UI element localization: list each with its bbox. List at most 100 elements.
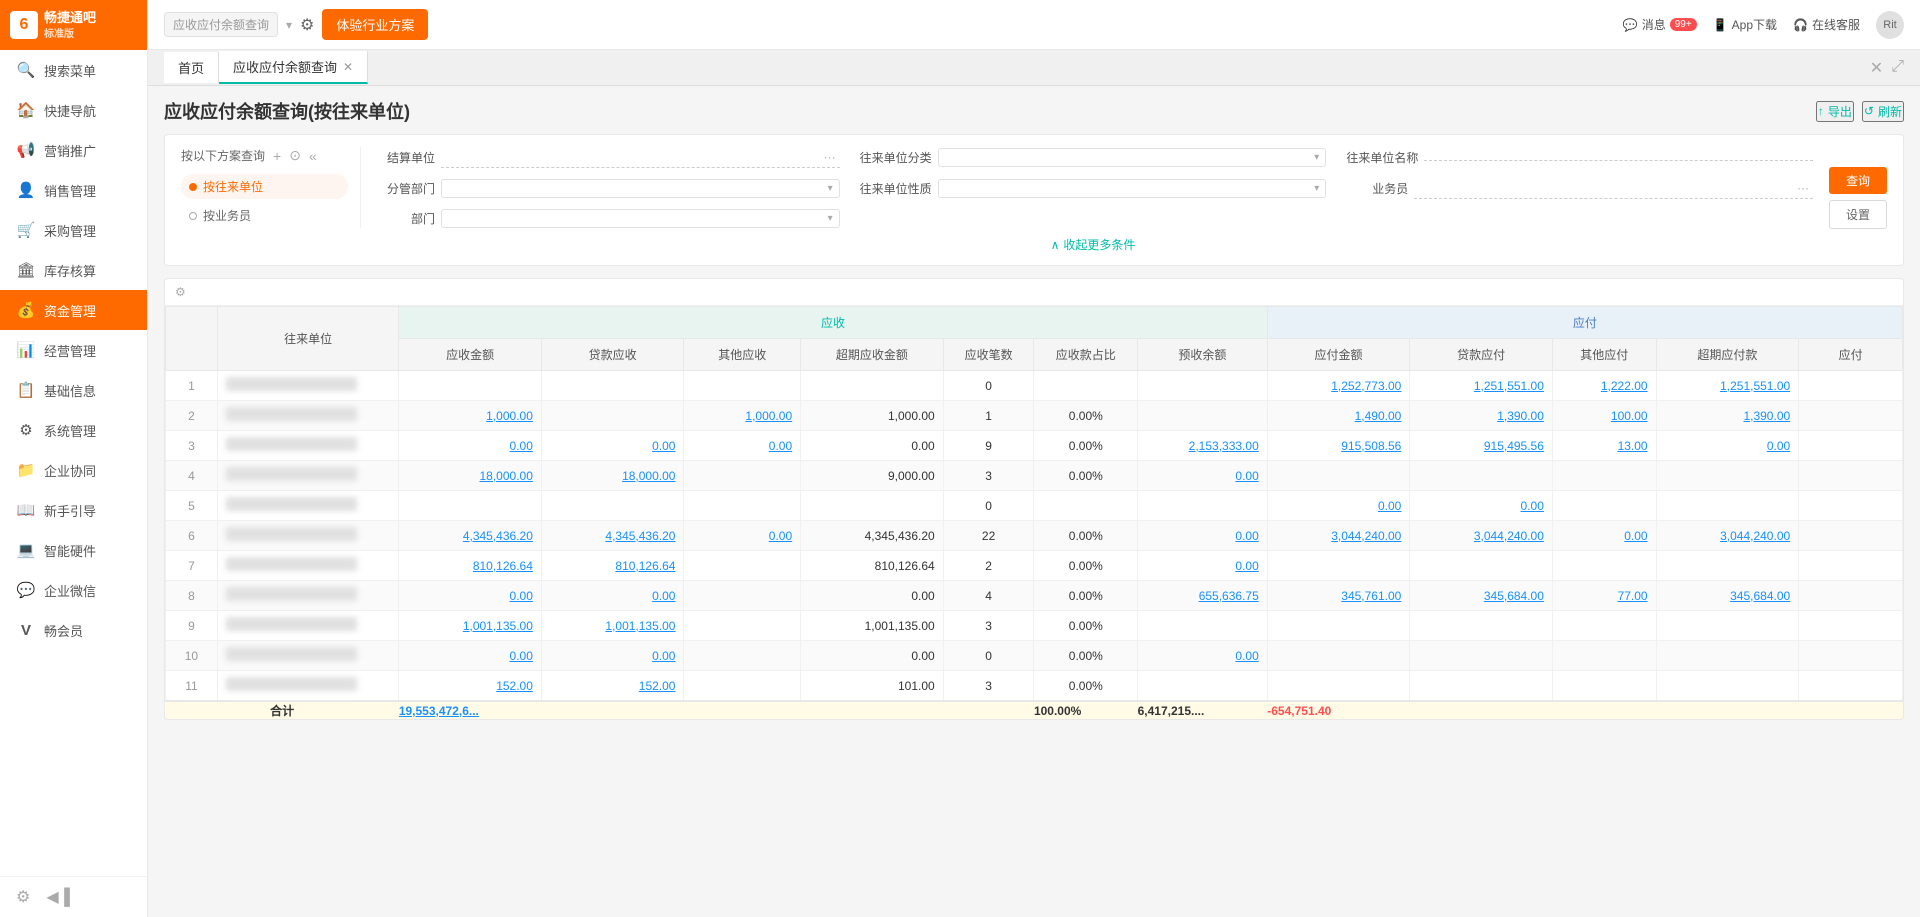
- online-service-btn[interactable]: 🎧 在线客服: [1793, 16, 1860, 33]
- app-download-btn[interactable]: 📱 App下载: [1713, 16, 1777, 33]
- collapse-icon[interactable]: ◀▐: [46, 887, 70, 907]
- sidebar-item-enterprise[interactable]: 📁 企业协同: [0, 450, 147, 490]
- sidebar-item-sales[interactable]: 👤 销售管理: [0, 170, 147, 210]
- table-row: 64,345,436.204,345,436.200.004,345,436.2…: [166, 521, 1903, 551]
- field-department: 部门 ▾: [373, 209, 840, 228]
- basic-info-icon: 📋: [16, 380, 36, 400]
- table-row: 80.000.000.0040.00%655,636.75345,761.003…: [166, 581, 1903, 611]
- settlement-input[interactable]: ···: [441, 147, 840, 168]
- tab-home[interactable]: 首页: [164, 52, 219, 83]
- query-button[interactable]: 查询: [1829, 167, 1887, 194]
- sidebar-item-purchase[interactable]: 🛒 采购管理: [0, 210, 147, 250]
- set-button[interactable]: 设置: [1829, 200, 1887, 229]
- collapse-more-btn[interactable]: ∧ 收起更多条件: [373, 236, 1813, 253]
- tab-ar-ap-query[interactable]: 应收应付余额查询 ✕: [219, 51, 368, 84]
- partner-category-label: 往来单位分类: [860, 149, 932, 166]
- table-row: 21,000.001,000.001,000.0010.00%1,490.001…: [166, 401, 1903, 431]
- sidebar-item-operations[interactable]: 📊 经营管理: [0, 330, 147, 370]
- th-ar-overdue: 超期应收金额: [801, 339, 944, 371]
- department-select[interactable]: ▾: [441, 209, 840, 228]
- trial-button[interactable]: 体验行业方案: [322, 9, 428, 40]
- scheme-partner-label: 按往来单位: [203, 178, 263, 195]
- salesperson-more-icon[interactable]: ···: [1797, 181, 1809, 195]
- header-right: 💬 消息 99+ 📱 App下载 🎧 在线客服 Rit: [1623, 11, 1904, 39]
- th-ap-group: 应付: [1267, 307, 1902, 339]
- sales-icon: 👤: [16, 180, 36, 200]
- settlement-label: 结算单位: [373, 149, 435, 166]
- footer-prepay: 6,417,215....: [1138, 701, 1268, 719]
- table-footer-row: 合计 19,553,472,6... 100.00% 6,417,215....…: [166, 701, 1903, 719]
- th-ar-other: 其他应收: [684, 339, 801, 371]
- sidebar-item-quicknav[interactable]: 🏠 快捷导航: [0, 90, 147, 130]
- inventory-icon: 🏛: [16, 260, 36, 280]
- sidebar-item-search[interactable]: 🔍 搜索菜单: [0, 50, 147, 90]
- top-header: 应收应付余额查询 ▾ ⚙ 体验行业方案 💬 消息 99+ 📱 App下载 🎧 在…: [148, 0, 1920, 50]
- finance-icon: 💰: [16, 300, 36, 320]
- main-area: 首页 应收应付余额查询 ✕ ✕ ⤢ 应收应付余额查询(按往来单位) ↑ 导出 ↺…: [148, 50, 1920, 917]
- messages-icon: 💬: [1623, 18, 1638, 32]
- gear-icon[interactable]: ⚙: [300, 15, 314, 35]
- sidebar-item-member[interactable]: V 畅会员: [0, 610, 147, 650]
- sidebar-item-label: 基础信息: [44, 381, 96, 400]
- sidebar-item-finance[interactable]: 💰 资金管理: [0, 290, 147, 330]
- field-settlement-unit: 结算单位 ···: [373, 147, 840, 168]
- refresh-button[interactable]: ↺ 刷新: [1862, 101, 1904, 122]
- messages-btn[interactable]: 💬 消息 99+: [1623, 16, 1697, 33]
- sidebar-item-label: 营销推广: [44, 141, 96, 160]
- operations-icon: 📊: [16, 340, 36, 360]
- maximize-icon[interactable]: ⤢: [1891, 58, 1904, 78]
- sidebar-item-label: 智能硬件: [44, 541, 96, 560]
- sidebar-item-label: 库存核算: [44, 261, 96, 280]
- sidebar: 6 畅捷通吧 标准版 🔍 搜索菜单 🏠 快捷导航 📢 营销推广 👤 销售管理 🛒…: [0, 0, 148, 917]
- th-ar-count: 应收笔数: [943, 339, 1034, 371]
- messages-badge: 99+: [1670, 18, 1697, 31]
- table-row: 91,001,135.001,001,135.001,001,135.0030.…: [166, 611, 1903, 641]
- add-scheme-icon[interactable]: +: [273, 148, 281, 164]
- collapse-scheme-icon[interactable]: «: [309, 148, 317, 164]
- footer-ar-amount[interactable]: 19,553,472,6...: [399, 701, 542, 719]
- partner-nature-select[interactable]: ▾: [938, 179, 1327, 198]
- chevron-down-icon[interactable]: ▾: [286, 18, 292, 32]
- sidebar-item-basic-info[interactable]: 📋 基础信息: [0, 370, 147, 410]
- footer-ar-count: [943, 701, 1034, 719]
- sidebar-item-label: 快捷导航: [44, 101, 96, 120]
- filter-label: 按以下方案查询: [181, 147, 265, 164]
- scheme-by-salesperson[interactable]: 按业务员: [181, 203, 348, 228]
- table-row: 418,000.0018,000.009,000.0030.00%0.00: [166, 461, 1903, 491]
- data-table: 往来单位 应收 应付 应收金额 贷款应收 其他应收 超期应收金额 应收笔数 应收…: [165, 306, 1903, 719]
- export-button[interactable]: ↑ 导出: [1816, 101, 1854, 122]
- field-dept-managed: 分管部门 ▾: [373, 178, 840, 199]
- home-icon: 🏠: [16, 100, 36, 120]
- footer-ap-rest: [1799, 701, 1903, 719]
- sidebar-item-marketing[interactable]: 📢 营销推广: [0, 130, 147, 170]
- dept-managed-select[interactable]: ▾: [441, 179, 840, 198]
- refresh-label: 刷新: [1878, 103, 1902, 120]
- settings-icon[interactable]: ⚙: [16, 887, 30, 907]
- close-window-icon[interactable]: ✕: [1870, 58, 1883, 78]
- footer-ar-other: [684, 701, 801, 719]
- footer-ap-amount: -654,751.40: [1267, 701, 1410, 719]
- partner-name-input[interactable]: [1424, 154, 1813, 161]
- export-icon: ↑: [1818, 104, 1824, 118]
- breadcrumb-area: 应收应付余额查询 ▾ ⚙ 体验行业方案: [164, 9, 1611, 40]
- dept-managed-label: 分管部门: [373, 180, 435, 197]
- sidebar-item-guide[interactable]: 📖 新手引导: [0, 490, 147, 530]
- sidebar-item-inventory[interactable]: 🏛 库存核算: [0, 250, 147, 290]
- service-icon: 🎧: [1793, 18, 1808, 32]
- sidebar-item-hardware[interactable]: 💻 智能硬件: [0, 530, 147, 570]
- sidebar-item-label: 企业微信: [44, 581, 96, 600]
- scheme-by-partner[interactable]: 按往来单位: [181, 174, 348, 199]
- tab-close-icon[interactable]: ✕: [343, 60, 353, 74]
- salesperson-input[interactable]: ···: [1414, 178, 1813, 199]
- sidebar-item-system[interactable]: ⚙ 系统管理: [0, 410, 147, 450]
- settings-scheme-icon[interactable]: ⊙: [289, 147, 301, 164]
- settlement-more-icon[interactable]: ···: [824, 150, 836, 164]
- sidebar-item-wechat[interactable]: 💬 企业微信: [0, 570, 147, 610]
- partner-category-select[interactable]: ▾: [938, 148, 1327, 167]
- footer-ar-ratio: 100.00%: [1034, 701, 1138, 719]
- page-title: 应收应付余额查询(按往来单位): [164, 98, 410, 124]
- tab-bar-right: ✕ ⤢: [1870, 58, 1904, 78]
- page-content: 应收应付余额查询(按往来单位) ↑ 导出 ↺ 刷新 按以下方案查询: [148, 86, 1920, 917]
- user-avatar[interactable]: Rit: [1876, 11, 1904, 39]
- table-config-icon[interactable]: ⚙: [175, 285, 186, 299]
